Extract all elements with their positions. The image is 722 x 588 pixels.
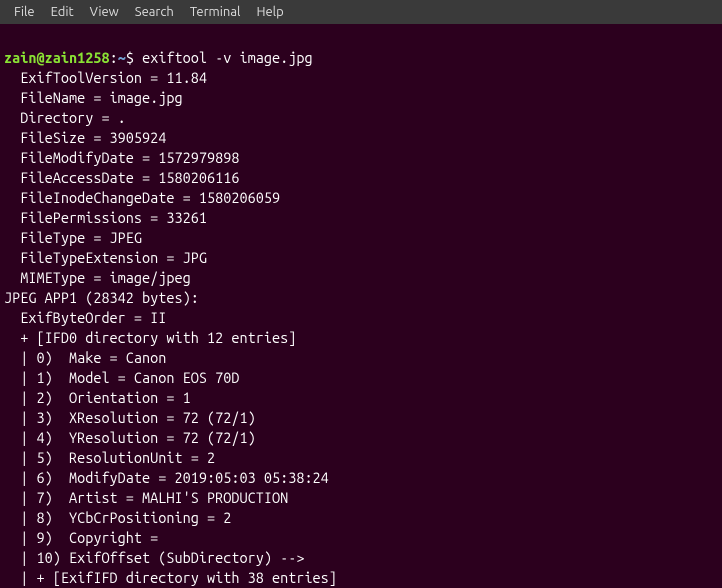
output-line: FilePermissions = 33261 [4, 209, 207, 226]
menu-terminal[interactable]: Terminal [182, 2, 249, 22]
output-line: | 7) Artist = MALHI'S PRODUCTION [4, 489, 288, 506]
menu-view[interactable]: View [82, 2, 127, 22]
output-line: | 2) Orientation = 1 [4, 389, 191, 406]
output-line: | + [ExifIFD directory with 38 entries] [4, 569, 337, 586]
output-line: MIMEType = image/jpeg [4, 269, 191, 286]
output-line: FileAccessDate = 1580206116 [4, 169, 239, 186]
output-line: JPEG APP1 (28342 bytes): [4, 289, 199, 306]
prompt-user: zain [4, 49, 36, 66]
menu-help[interactable]: Help [248, 2, 291, 22]
output-line: | 6) ModifyDate = 2019:05:03 05:38:24 [4, 469, 329, 486]
output-line: ExifByteOrder = II [4, 309, 166, 326]
menu-file[interactable]: File [6, 2, 43, 22]
menu-edit[interactable]: Edit [43, 2, 82, 22]
output-line: ExifToolVersion = 11.84 [4, 69, 207, 86]
output-line: | 8) YCbCrPositioning = 2 [4, 509, 231, 526]
menu-search[interactable]: Search [127, 2, 182, 22]
output-line: FileType = JPEG [4, 229, 142, 246]
output-line: | 1) Model = Canon EOS 70D [4, 369, 239, 386]
output-line: FileName = image.jpg [4, 89, 183, 106]
menubar: File Edit View Search Terminal Help [0, 0, 722, 24]
output-line: | 3) XResolution = 72 (72/1) [4, 409, 256, 426]
output-line: FileTypeExtension = JPG [4, 249, 207, 266]
prompt-path: ~ [118, 49, 126, 66]
output-line: | 10) ExifOffset (SubDirectory) --> [4, 549, 304, 566]
output-line: FileInodeChangeDate = 1580206059 [4, 189, 280, 206]
output-line: + [IFD0 directory with 12 entries] [4, 329, 296, 346]
prompt-colon: : [110, 49, 118, 66]
prompt-dollar: $ [126, 49, 134, 66]
output-line: | 9) Copyright = [4, 529, 158, 546]
output-line: | 5) ResolutionUnit = 2 [4, 449, 215, 466]
terminal-output[interactable]: zain@zain1258:~$ exiftool -v image.jpg E… [0, 24, 722, 588]
prompt-host: zain1258 [45, 49, 110, 66]
output-line: FileModifyDate = 1572979898 [4, 149, 239, 166]
prompt-at: @ [36, 49, 44, 66]
output-line: Directory = . [4, 109, 126, 126]
command-text: exiftool -v image.jpg [142, 49, 313, 66]
output-line: FileSize = 3905924 [4, 129, 166, 146]
output-line: | 4) YResolution = 72 (72/1) [4, 429, 256, 446]
output-line: | 0) Make = Canon [4, 349, 166, 366]
